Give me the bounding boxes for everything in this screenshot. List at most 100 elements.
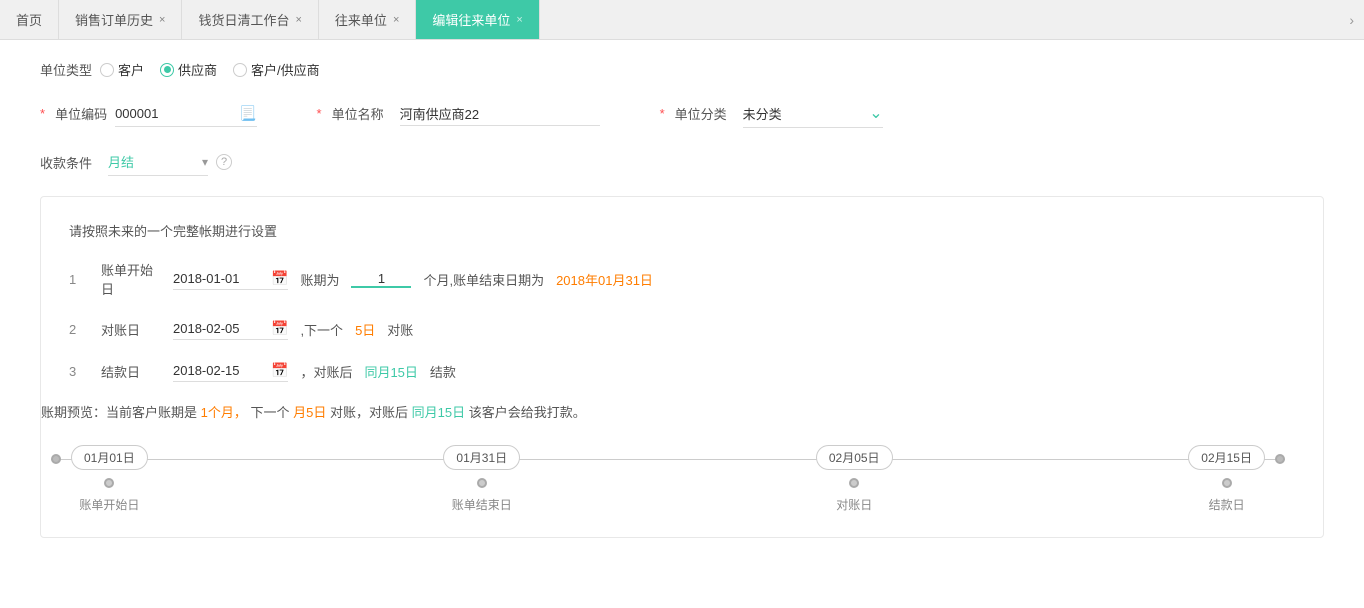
radio-circle-both (233, 63, 247, 77)
radio-supplier[interactable]: 供应商 (160, 60, 217, 79)
tab-edit-contacts[interactable]: 编辑往来单位 × (416, 0, 539, 39)
reconcile-date-wrap: 📅 (173, 318, 288, 340)
unit-code-label: 单位编码 (55, 104, 107, 123)
timeline-item-3: 02月05日 对账日 (816, 445, 893, 513)
start-date-calendar-icon[interactable]: 📅 (271, 270, 288, 287)
row-number-1: 1 (69, 272, 89, 287)
settle-day-highlight: 同月15日 (364, 362, 417, 381)
row-label-3: 结款日 (101, 362, 161, 381)
reconcile-date-calendar-icon[interactable]: 📅 (271, 320, 288, 337)
unit-name-input[interactable] (400, 102, 600, 126)
timeline: 01月01日 账单开始日 01月31日 账单结束日 02月05日 (41, 445, 1295, 513)
payment-terms-dropdown-arrow: ▾ (202, 155, 208, 169)
timeline-label-2: 账单结束日 (452, 496, 512, 513)
timeline-dot-1 (104, 478, 114, 488)
close-cash-work[interactable]: × (295, 14, 301, 26)
row-label-2: 对账日 (101, 320, 161, 339)
timeline-items: 01月01日 账单开始日 01月31日 账单结束日 02月05日 (51, 445, 1285, 513)
tab-home[interactable]: 首页 (0, 0, 59, 39)
preview-text-after: 对账，对账后 (330, 405, 408, 420)
payment-terms-value: 月结 (108, 152, 194, 171)
unit-code-field: * 单位编码 📃 (40, 101, 257, 127)
radio-group: 客户 供应商 客户/供应商 (100, 60, 320, 79)
radio-label-both: 客户/供应商 (251, 60, 320, 79)
payment-terms-row: 收款条件 月结 ▾ ? (40, 148, 1324, 176)
unit-category-value: 未分类 (743, 104, 870, 123)
preview-text-end: 该客户会给我打款。 (469, 405, 586, 420)
row-number-2: 2 (69, 322, 89, 337)
timeline-badge-1: 01月01日 (71, 445, 148, 470)
timeline-badge-3: 02月05日 (816, 445, 893, 470)
preview-section: 账期预览：当前客户账期是 1个月， 下一个 月5日 对账，对账后 同月15日 该… (41, 402, 1295, 513)
unit-code-input[interactable] (115, 106, 235, 121)
timeline-label-1: 账单开始日 (79, 496, 139, 513)
tab-bar: 首页 销售订单历史 × 钱货日清工作台 × 往来单位 × 编辑往来单位 × › (0, 0, 1364, 40)
radio-label-supplier: 供应商 (178, 60, 217, 79)
start-date-wrap: 📅 (173, 268, 288, 290)
radio-circle-customer (100, 63, 114, 77)
timeline-item-1: 01月01日 账单开始日 (71, 445, 148, 513)
tab-sales-history[interactable]: 销售订单历史 × (59, 0, 182, 39)
unit-name-field: * 单位名称 (317, 102, 600, 126)
payment-settings-section: 请按照未来的一个完整帐期进行设置 1 账单开始日 📅 账期为 个月,账单结束日期… (40, 196, 1324, 538)
start-date-input[interactable] (173, 271, 263, 286)
unit-code-lookup-icon[interactable]: 📃 (239, 105, 256, 122)
period-desc-prefix: 账期为 (300, 270, 339, 289)
payment-row-1: 1 账单开始日 📅 账期为 个月,账单结束日期为 2018年01月31日 (69, 260, 1295, 298)
payment-terms-field: 收款条件 月结 ▾ ? (40, 148, 232, 176)
close-sales-history[interactable]: × (159, 14, 165, 26)
settle-desc-suffix: 结款 (430, 362, 456, 381)
unit-code-input-wrap: 📃 (115, 101, 256, 127)
end-date-highlight: 2018年01月31日 (556, 270, 653, 289)
unit-type-label: 单位类型 (40, 60, 92, 79)
preview-settle: 同月15日 (412, 405, 465, 420)
reconcile-date-input[interactable] (173, 321, 263, 336)
settle-desc-prefix: ，对账后 (300, 362, 352, 381)
radio-circle-supplier (160, 63, 174, 77)
required-star-code: * (40, 106, 45, 121)
help-icon[interactable]: ? (216, 154, 232, 170)
close-contacts[interactable]: × (393, 14, 399, 26)
unit-category-label: 单位分类 (675, 104, 727, 123)
settle-date-wrap: 📅 (173, 360, 288, 382)
category-dropdown-icon: ⌄ (869, 103, 882, 123)
preview-period: 1个月， (201, 405, 247, 420)
unit-category-field: * 单位分类 未分类 ⌄ (660, 99, 883, 128)
tab-contacts[interactable]: 往来单位 × (319, 0, 416, 39)
unit-name-label: 单位名称 (332, 104, 384, 123)
section-hint: 请按照未来的一个完整帐期进行设置 (69, 221, 1295, 240)
row-number-3: 3 (69, 364, 89, 379)
preview-reconcile: 月5日 (293, 405, 326, 420)
timeline-dot-4 (1222, 478, 1232, 488)
required-star-name: * (317, 106, 322, 121)
row-label-1: 账单开始日 (101, 260, 161, 298)
unit-type-row: 单位类型 客户 供应商 客户/供应商 (40, 60, 1324, 79)
tab-scroll-arrow[interactable]: › (1339, 12, 1364, 28)
timeline-dot-2 (477, 478, 487, 488)
timeline-badge-4: 02月15日 (1188, 445, 1265, 470)
required-star-category: * (660, 106, 665, 121)
timeline-dot-3 (849, 478, 859, 488)
timeline-label-4: 结款日 (1209, 496, 1245, 513)
payment-terms-label: 收款条件 (40, 153, 92, 172)
timeline-item-2: 01月31日 账单结束日 (443, 445, 520, 513)
timeline-end-cap (1275, 454, 1285, 464)
settle-date-calendar-icon[interactable]: 📅 (271, 362, 288, 379)
reconcile-desc-suffix: 对账 (387, 320, 413, 339)
unit-info-row: * 单位编码 📃 * 单位名称 * 单位分类 未分类 ⌄ (40, 99, 1324, 128)
timeline-item-4: 02月15日 结款日 (1188, 445, 1265, 513)
unit-category-dropdown[interactable]: 未分类 ⌄ (743, 99, 883, 128)
payment-terms-dropdown[interactable]: 月结 ▾ (108, 148, 208, 176)
payment-row-2: 2 对账日 📅 ,下一个 5日 对账 (69, 318, 1295, 340)
preview-text: 账期预览：当前客户账期是 1个月， 下一个 月5日 对账，对账后 同月15日 该… (41, 402, 1295, 421)
unit-type-field: 单位类型 客户 供应商 客户/供应商 (40, 60, 320, 79)
reconcile-desc-prefix: ,下一个 (300, 320, 343, 339)
period-input[interactable] (351, 271, 411, 288)
radio-label-customer: 客户 (118, 60, 144, 79)
close-edit-contacts[interactable]: × (516, 14, 522, 26)
radio-both[interactable]: 客户/供应商 (233, 60, 320, 79)
settle-date-input[interactable] (173, 363, 263, 378)
reconcile-day-highlight: 5日 (355, 320, 375, 339)
tab-cash-work[interactable]: 钱货日清工作台 × (182, 0, 318, 39)
radio-customer[interactable]: 客户 (100, 60, 144, 79)
